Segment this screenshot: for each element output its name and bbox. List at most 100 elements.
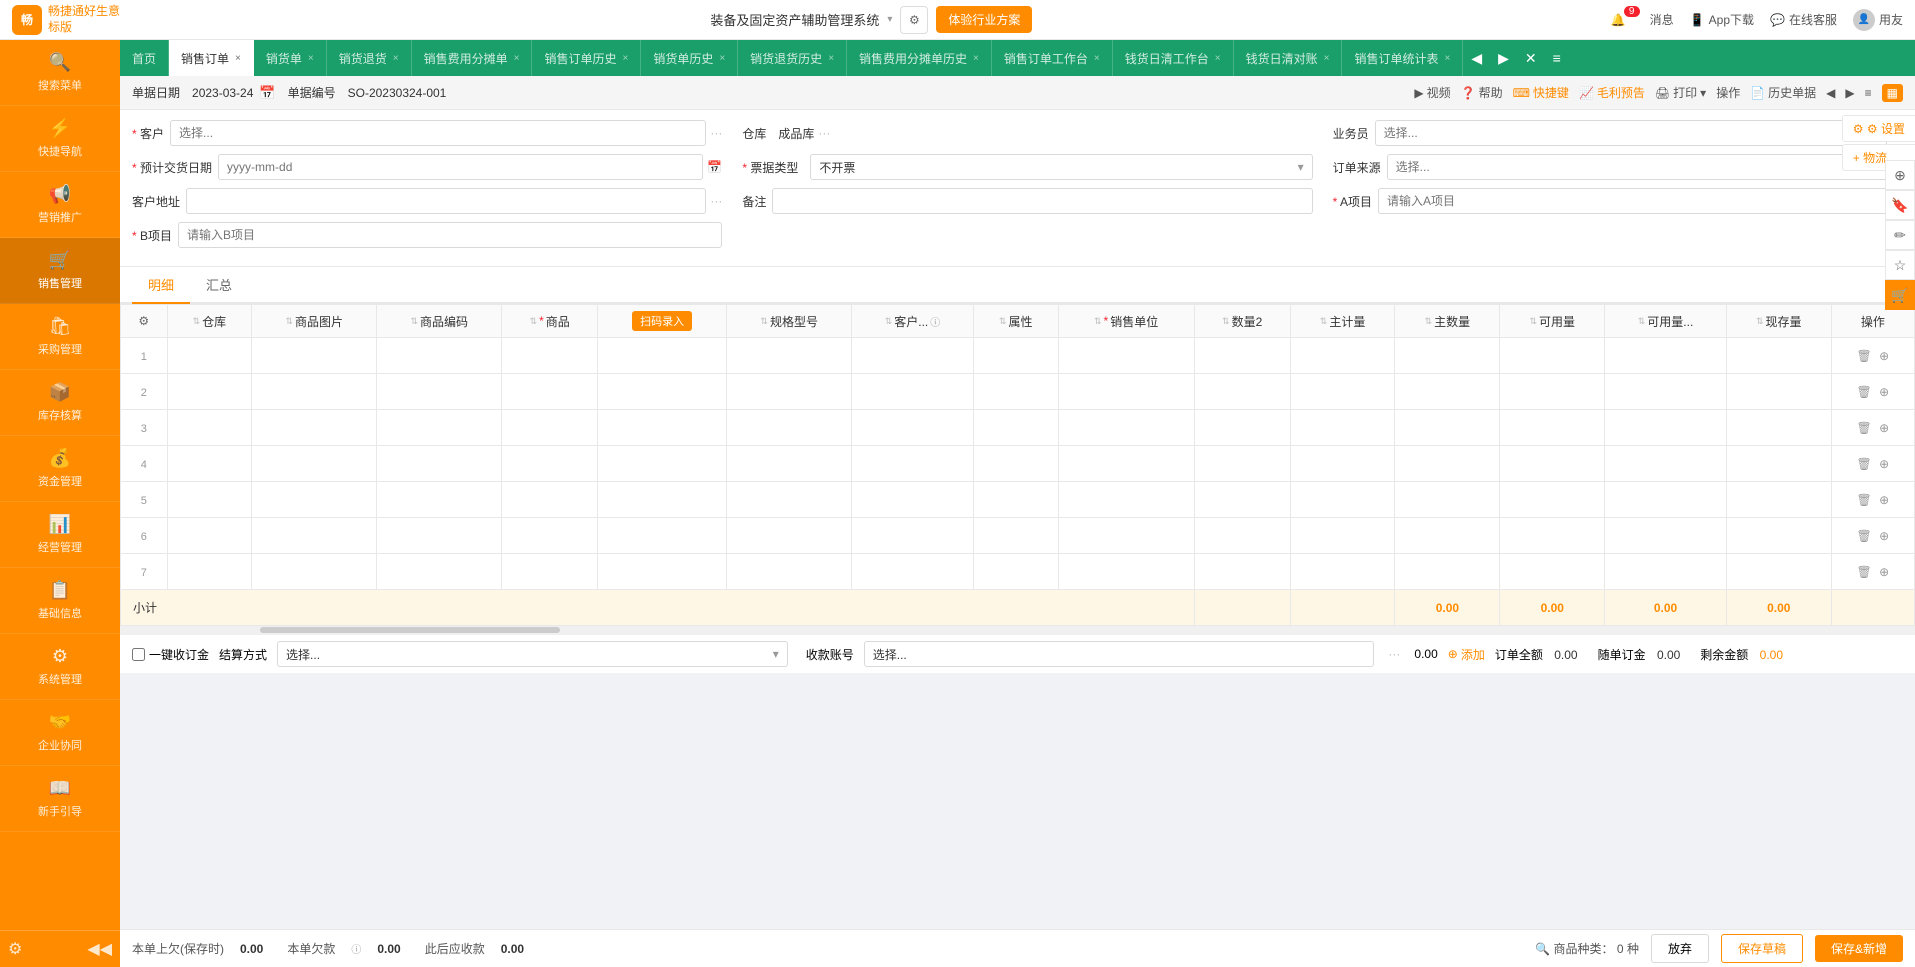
- row-copy-3[interactable]: ⊕: [1879, 421, 1889, 435]
- cell-unit-6[interactable]: [1058, 518, 1194, 554]
- right-icon-1[interactable]: ⊕: [1885, 160, 1915, 190]
- cell-name-1[interactable]: [502, 338, 598, 374]
- scrollbar-thumb[interactable]: [260, 627, 560, 633]
- save-new-btn[interactable]: 保存&新增: [1815, 935, 1903, 962]
- remark-input[interactable]: [772, 188, 1312, 214]
- cell-avail1-4[interactable]: [1500, 446, 1605, 482]
- cell-avail1-2[interactable]: [1500, 374, 1605, 410]
- tab-item-11[interactable]: 钱货日清对账×: [1234, 40, 1343, 76]
- sidebar-item-2[interactable]: 📢营销推广: [0, 172, 120, 238]
- cell-qty2-7[interactable]: [1194, 554, 1290, 590]
- cell-avail2-5[interactable]: [1605, 482, 1727, 518]
- save-draft-btn[interactable]: 保存草稿: [1721, 934, 1803, 963]
- row-delete-3[interactable]: 🗑: [1857, 421, 1872, 435]
- tab-close-6[interactable]: ×: [719, 53, 725, 64]
- cell-scan-7[interactable]: [598, 554, 727, 590]
- row-delete-5[interactable]: 🗑: [1857, 493, 1872, 507]
- cell-name-3[interactable]: [502, 410, 598, 446]
- sidebar-settings-icon[interactable]: ⚙: [8, 939, 22, 959]
- payment-method-select[interactable]: 选择... ▾: [277, 641, 788, 667]
- tab-item-9[interactable]: 销售订单工作台×: [992, 40, 1113, 76]
- invoice-select[interactable]: 不开票 ▾: [810, 154, 1312, 180]
- cell-avail2-2[interactable]: [1605, 374, 1727, 410]
- address-input[interactable]: [186, 188, 706, 214]
- cell-warehouse-1[interactable]: [167, 338, 252, 374]
- cell-stock-6[interactable]: [1726, 518, 1831, 554]
- shortcut-btn[interactable]: ⌨ 快捷键: [1513, 84, 1569, 101]
- cell-attr-4[interactable]: [973, 446, 1058, 482]
- cell-mainunit-2[interactable]: [1290, 374, 1395, 410]
- cell-avail2-1[interactable]: [1605, 338, 1727, 374]
- right-icon-4[interactable]: ☆: [1885, 250, 1915, 280]
- nav-prev-btn[interactable]: ◀: [1826, 86, 1835, 100]
- sidebar-item-6[interactable]: 💰资金管理: [0, 436, 120, 502]
- cell-mainunit-4[interactable]: [1290, 446, 1395, 482]
- nav-next-btn[interactable]: ▶: [1845, 86, 1854, 100]
- cell-avail1-5[interactable]: [1500, 482, 1605, 518]
- sidebar-item-1[interactable]: ⚡快捷导航: [0, 106, 120, 172]
- help-btn[interactable]: ❓ 帮助: [1461, 84, 1503, 101]
- grid-view-btn[interactable]: ▦: [1882, 84, 1903, 102]
- cell-img-2[interactable]: [252, 374, 377, 410]
- amount-more-icon[interactable]: ···: [1388, 647, 1400, 661]
- one-click-deposit-checkbox[interactable]: [132, 648, 145, 661]
- salesperson-input[interactable]: [1375, 120, 1887, 146]
- cell-mainunit-7[interactable]: [1290, 554, 1395, 590]
- cell-avail1-6[interactable]: [1500, 518, 1605, 554]
- cell-mainqty-1[interactable]: [1395, 338, 1500, 374]
- user-item[interactable]: 👤 用友: [1853, 9, 1903, 31]
- scan-btn[interactable]: 扫码录入: [632, 311, 692, 331]
- cell-scan-1[interactable]: [598, 338, 727, 374]
- row-copy-7[interactable]: ⊕: [1879, 565, 1889, 579]
- cell-scan-2[interactable]: [598, 374, 727, 410]
- sidebar-item-10[interactable]: 🤝企业协同: [0, 700, 120, 766]
- cell-spec-4[interactable]: [727, 446, 852, 482]
- row-copy-6[interactable]: ⊕: [1879, 529, 1889, 543]
- cell-custcode-5[interactable]: [852, 482, 974, 518]
- customer-input[interactable]: [170, 120, 706, 146]
- operate-btn[interactable]: 操作: [1716, 84, 1740, 101]
- right-icon-3[interactable]: ✏: [1885, 220, 1915, 250]
- tab-prev-btn[interactable]: ◀: [1463, 50, 1490, 67]
- message-icon-item[interactable]: 🔔 9 消息: [1611, 11, 1674, 28]
- sidebar-item-7[interactable]: 📊经营管理: [0, 502, 120, 568]
- tab-item-4[interactable]: 销售费用分摊单×: [412, 40, 533, 76]
- cell-mainunit-5[interactable]: [1290, 482, 1395, 518]
- this-debt-icon[interactable]: ⓘ: [351, 941, 361, 956]
- cell-img-7[interactable]: [252, 554, 377, 590]
- cell-qty2-1[interactable]: [1194, 338, 1290, 374]
- sidebar-item-0[interactable]: 🔍搜索菜单: [0, 40, 120, 106]
- cell-name-2[interactable]: [502, 374, 598, 410]
- tab-close-5[interactable]: ×: [622, 53, 628, 64]
- cell-scan-5[interactable]: [598, 482, 727, 518]
- right-icon-5[interactable]: 🛒: [1885, 280, 1915, 310]
- cell-spec-3[interactable]: [727, 410, 852, 446]
- cell-name-4[interactable]: [502, 446, 598, 482]
- cell-mainqty-5[interactable]: [1395, 482, 1500, 518]
- cell-avail2-4[interactable]: [1605, 446, 1727, 482]
- cell-avail1-3[interactable]: [1500, 410, 1605, 446]
- tab-item-0[interactable]: 首页: [120, 40, 169, 76]
- tab-close-10[interactable]: ×: [1215, 53, 1221, 64]
- sidebar-item-8[interactable]: 📋基础信息: [0, 568, 120, 634]
- cell-img-4[interactable]: [252, 446, 377, 482]
- cell-unit-1[interactable]: [1058, 338, 1194, 374]
- tab-close-4[interactable]: ×: [514, 53, 520, 64]
- cell-code-7[interactable]: [377, 554, 502, 590]
- history-btn[interactable]: 📄 历史单据: [1750, 84, 1816, 101]
- cell-warehouse-6[interactable]: [167, 518, 252, 554]
- cell-custcode-6[interactable]: [852, 518, 974, 554]
- tab-detail[interactable]: 明细: [132, 267, 190, 304]
- order-source-input[interactable]: [1387, 154, 1893, 180]
- cell-code-3[interactable]: [377, 410, 502, 446]
- profit-btn[interactable]: 📈 毛利预告: [1579, 84, 1645, 101]
- system-dropdown-icon[interactable]: ▾: [887, 14, 892, 25]
- cell-unit-7[interactable]: [1058, 554, 1194, 590]
- row-copy-1[interactable]: ⊕: [1879, 349, 1889, 363]
- cell-custcode-3[interactable]: [852, 410, 974, 446]
- cell-mainqty-7[interactable]: [1395, 554, 1500, 590]
- row-delete-1[interactable]: 🗑: [1857, 349, 1872, 363]
- cell-spec-6[interactable]: [727, 518, 852, 554]
- cell-unit-2[interactable]: [1058, 374, 1194, 410]
- cell-unit-4[interactable]: [1058, 446, 1194, 482]
